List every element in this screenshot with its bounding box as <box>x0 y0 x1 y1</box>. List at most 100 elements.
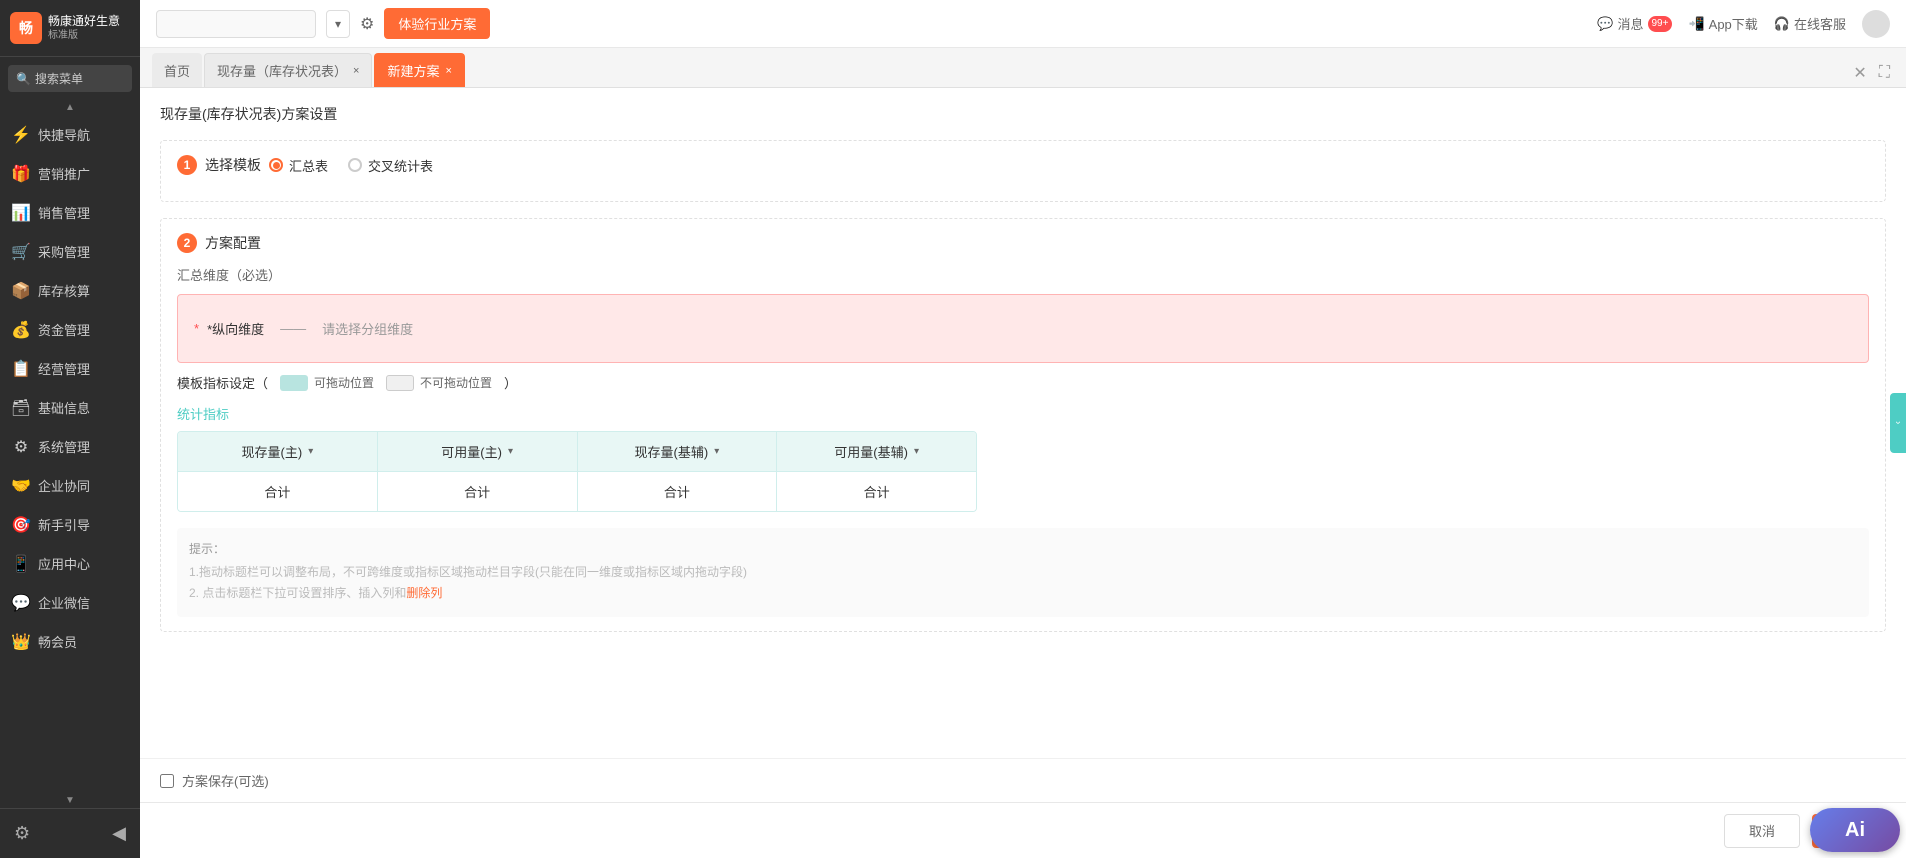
experience-btn[interactable]: 体验行业方案 <box>384 8 490 39</box>
topbar-search-input[interactable] <box>156 10 316 38</box>
template-setting-suffix: ） <box>504 373 517 392</box>
step1-section: 1 选择模板 汇总表 交叉统计表 <box>160 140 1886 202</box>
tips-title: 提示： <box>189 540 1857 557</box>
stats-header-cell-1[interactable]: 可用量(主) ▾ <box>378 432 578 471</box>
step2-header: 2 方案配置 <box>177 233 1869 253</box>
sidebar-footer: ⚙ ◀ <box>0 808 140 858</box>
sidebar-item-label: 企业微信 <box>38 593 90 612</box>
app-download-action[interactable]: 📲 App下载 <box>1688 14 1757 33</box>
finance-icon: 💰 <box>12 321 30 339</box>
sidebar-item-label: 资金管理 <box>38 320 90 339</box>
app-download-label: App下载 <box>1709 14 1758 33</box>
stats-header-cell-0[interactable]: 现存量(主) ▾ <box>178 432 378 471</box>
system-icon: ⚙ <box>12 438 30 456</box>
dim-required-star: * <box>194 321 199 336</box>
window-close-btn[interactable]: ✕ <box>1849 59 1870 87</box>
main-area: ▾ ⚙ 体验行业方案 💬 消息 99+ 📲 App下载 🎧 在线客服 首页 <box>140 0 1906 858</box>
dim-required-label: 汇总维度（必选） <box>177 265 1869 284</box>
stats-header-cell-2[interactable]: 现存量(基辅) ▾ <box>578 432 778 471</box>
sidebar-item-new-guide[interactable]: 🎯 新手引导 <box>0 505 140 544</box>
stats-col-dropdown-0[interactable]: ▾ <box>308 446 313 457</box>
right-collapse-btn[interactable]: › <box>1890 393 1906 453</box>
stats-col-label-2: 现存量(基辅) <box>635 442 709 461</box>
user-avatar[interactable] <box>1862 10 1890 38</box>
non-draggable-label: 不可拖动位置 <box>420 374 492 391</box>
stats-col-dropdown-1[interactable]: ▾ <box>508 446 513 457</box>
radio-cross-label: 交叉统计表 <box>368 156 433 175</box>
stock-icon: 📦 <box>12 282 30 300</box>
new-guide-icon: 🎯 <box>12 516 30 534</box>
sidebar-item-quick-nav[interactable]: ⚡ 快捷导航 <box>0 115 140 154</box>
stats-body-row-0: 合计 合计 合计 合计 <box>178 471 976 511</box>
scroll-up-arrow[interactable]: ▲ <box>65 102 75 113</box>
dim-vertical-label: *纵向维度 <box>207 319 264 338</box>
sidebar-item-operations[interactable]: 📋 经营管理 <box>0 349 140 388</box>
sidebar-item-finance[interactable]: 💰 资金管理 <box>0 310 140 349</box>
tips-item-1: 2. 点击标题栏下拉可设置排序、插入列和删除列 <box>189 584 1857 601</box>
save-checkbox[interactable] <box>160 774 174 788</box>
sidebar-item-system[interactable]: ⚙ 系统管理 <box>0 427 140 466</box>
tab-new-plan-close[interactable]: × <box>445 65 451 77</box>
quick-nav-icon: ⚡ <box>12 126 30 144</box>
radio-summary-label: 汇总表 <box>289 156 328 175</box>
sidebar-item-member[interactable]: 👑 畅会员 <box>0 622 140 661</box>
wechat-icon: 💬 <box>12 594 30 612</box>
save-label: 方案保存(可选) <box>182 771 269 790</box>
tab-home[interactable]: 首页 <box>152 53 202 87</box>
stats-header-row: 现存量(主) ▾ 可用量(主) ▾ 现存量(基辅) ▾ 可用量(基辅) <box>178 432 976 471</box>
radio-cross[interactable]: 交叉统计表 <box>348 156 433 175</box>
app-center-icon: 📱 <box>12 555 30 573</box>
dim-row: * *纵向维度 —— 请选择分组维度 <box>194 319 1852 338</box>
footer-bar: 取消 查询 <box>140 802 1906 858</box>
sidebar-search[interactable]: 🔍 搜索菜单 <box>8 65 132 92</box>
message-action[interactable]: 💬 消息 99+ <box>1597 14 1672 33</box>
stats-col-dropdown-2[interactable]: ▾ <box>714 446 719 457</box>
collapse-icon[interactable]: ◀ <box>108 819 130 848</box>
scroll-down-arrow[interactable]: ▼ <box>65 795 75 806</box>
sidebar-item-label: 应用中心 <box>38 554 90 573</box>
topbar: ▾ ⚙ 体验行业方案 💬 消息 99+ 📲 App下载 🎧 在线客服 <box>140 0 1906 48</box>
topbar-gear-icon[interactable]: ⚙ <box>360 14 374 34</box>
sidebar-item-label: 系统管理 <box>38 437 90 456</box>
collapse-chevron: › <box>1893 421 1904 424</box>
tab-inventory-close[interactable]: × <box>353 65 359 77</box>
online-support-action[interactable]: 🎧 在线客服 <box>1774 14 1846 33</box>
sidebar-item-label: 企业协同 <box>38 476 90 495</box>
dim-separator: —— <box>280 321 306 336</box>
sidebar-item-stock[interactable]: 📦 库存核算 <box>0 271 140 310</box>
sidebar-item-marketing[interactable]: 🎁 营销推广 <box>0 154 140 193</box>
radio-cross-circle <box>348 158 362 172</box>
app-logo-text: 畅康通好生意 标准版 <box>48 13 120 44</box>
operations-icon: 📋 <box>12 360 30 378</box>
dim-placeholder[interactable]: 请选择分组维度 <box>322 319 413 338</box>
sidebar-item-label: 库存核算 <box>38 281 90 300</box>
sidebar-item-label: 新手引导 <box>38 515 90 534</box>
dim-box: * *纵向维度 —— 请选择分组维度 <box>177 294 1869 363</box>
stats-header-cell-3[interactable]: 可用量(基辅) ▾ <box>777 432 976 471</box>
sidebar-item-enterprise[interactable]: 🤝 企业协同 <box>0 466 140 505</box>
stats-col-label-0: 现存量(主) <box>242 442 303 461</box>
sidebar-item-sales[interactable]: 📊 销售管理 <box>0 193 140 232</box>
topbar-dropdown-btn[interactable]: ▾ <box>326 10 350 38</box>
window-expand-btn[interactable]: ⛶ <box>1875 60 1894 86</box>
tab-inventory-status[interactable]: 现存量（库存状况表） × <box>204 53 372 87</box>
tab-new-plan[interactable]: 新建方案 × <box>374 53 464 87</box>
ai-float-button[interactable]: Ai <box>1810 808 1900 852</box>
sidebar-item-wechat[interactable]: 💬 企业微信 <box>0 583 140 622</box>
tab-inventory-label: 现存量（库存状况表） <box>217 61 347 80</box>
radio-summary[interactable]: 汇总表 <box>269 156 328 175</box>
tab-new-plan-label: 新建方案 <box>387 61 439 80</box>
cancel-button[interactable]: 取消 <box>1724 814 1800 848</box>
sidebar-item-app-center[interactable]: 📱 应用中心 <box>0 544 140 583</box>
basic-info-icon: 🗃 <box>12 399 30 417</box>
tabs-bar: 首页 现存量（库存状况表） × 新建方案 × ✕ ⛶ <box>140 48 1906 88</box>
sidebar-item-purchase[interactable]: 🛒 采购管理 <box>0 232 140 271</box>
settings-icon[interactable]: ⚙ <box>10 819 34 848</box>
enterprise-icon: 🤝 <box>12 477 30 495</box>
sidebar-item-basic-info[interactable]: 🗃 基础信息 <box>0 388 140 427</box>
content-scroll: 现存量(库存状况表)方案设置 1 选择模板 汇总表 交叉统计表 <box>140 88 1906 758</box>
stats-col-dropdown-3[interactable]: ▾ <box>914 446 919 457</box>
download-icon: 📲 <box>1688 16 1704 32</box>
purchase-icon: 🛒 <box>12 243 30 261</box>
headset-icon: 🎧 <box>1774 16 1790 32</box>
